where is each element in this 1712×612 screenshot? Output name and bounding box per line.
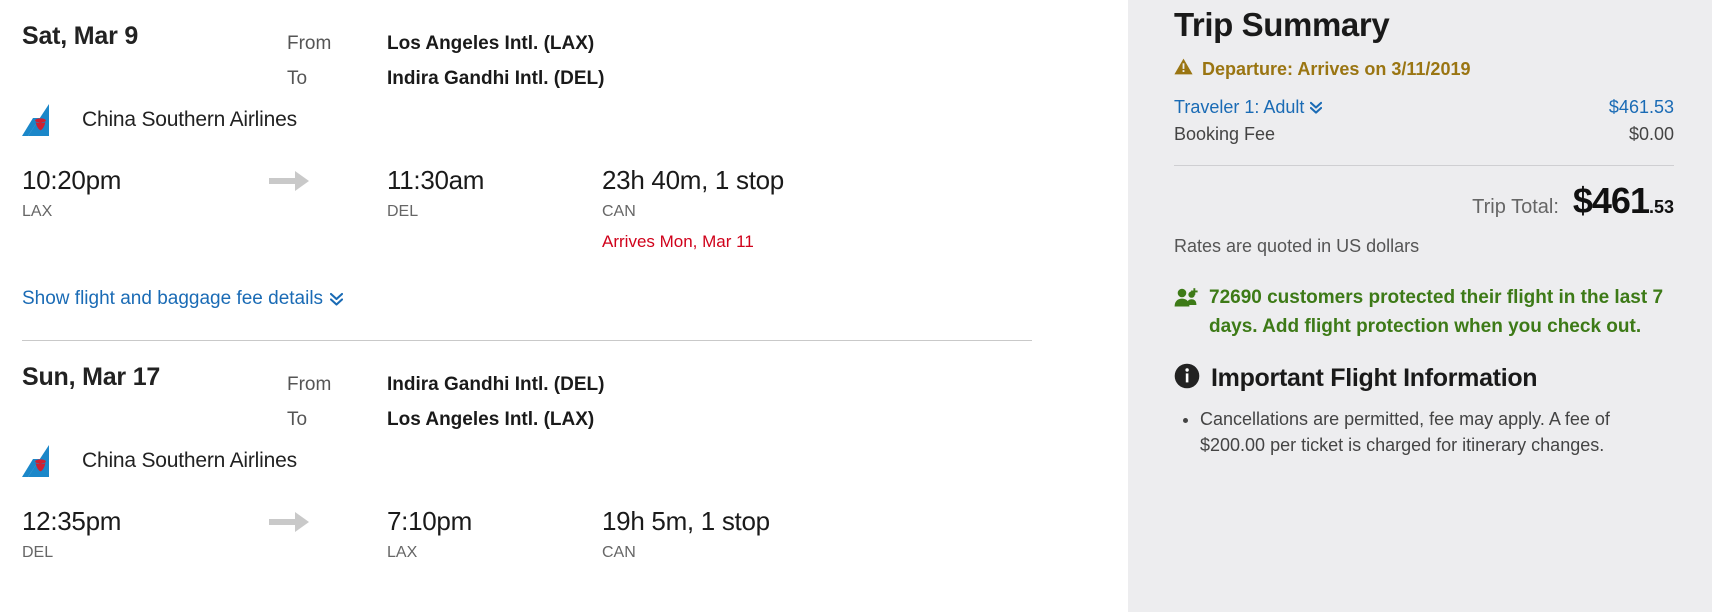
segment-times: 10:20pm LAX 11:30am DEL 23h 40m, 1 stop … — [22, 164, 1106, 252]
chevron-double-down-icon — [1310, 100, 1323, 115]
stop-code: CAN — [602, 203, 636, 220]
to-label: To — [287, 68, 308, 89]
warning-triangle-icon — [1174, 58, 1193, 80]
important-flight-information-title: Important Flight Information — [1211, 364, 1538, 392]
duration-block: 23h 40m, 1 stop CAN Arrives Mon, Mar 11 — [602, 164, 1106, 252]
flight-segment-outbound: Sat, Mar 9 From To Los Angeles Intl. (LA… — [22, 0, 1106, 341]
trip-total-cents: .53 — [1648, 197, 1674, 217]
flight-direction — [267, 505, 387, 563]
departure-code: LAX — [22, 203, 53, 220]
flight-protection-text: 72690 customers protected their flight i… — [1209, 287, 1664, 337]
airline-name: China Southern Airlines — [82, 108, 297, 131]
traveler-1-price[interactable]: $461.53 — [1609, 97, 1674, 118]
departure-warning-text: Departure: Arrives on 3/11/2019 — [1202, 58, 1471, 79]
from-label: From — [287, 33, 332, 54]
user-plus-icon — [1174, 283, 1199, 341]
to-label: To — [287, 409, 308, 430]
flight-duration: 23h 40m, 1 stop — [602, 165, 784, 195]
show-details-label: Show flight and baggage fee details — [22, 288, 324, 309]
departure-code: DEL — [22, 544, 54, 561]
departure-time: 10:20pm — [22, 165, 122, 195]
to-airport: Indira Gandhi Intl. (DEL) — [387, 68, 605, 89]
segment-header: Sun, Mar 17 From To Indira Gandhi Intl. … — [22, 341, 1106, 437]
trip-total-label: Trip Total: — [1472, 196, 1559, 218]
departure-warning: Departure: Arrives on 3/11/2019 — [1174, 58, 1674, 80]
trip-summary-title: Trip Summary — [1174, 6, 1390, 43]
arrival-code: LAX — [387, 544, 418, 561]
china-southern-tailfin-icon — [22, 444, 64, 478]
departure-block: 12:35pm DEL — [22, 505, 267, 563]
departure-block: 10:20pm LAX — [22, 164, 267, 252]
flight-direction — [267, 164, 387, 252]
from-label: From — [287, 374, 332, 395]
important-flight-information-header: Important Flight Information — [1174, 363, 1674, 394]
from-to-labels: From To — [287, 341, 387, 437]
airline-row: China Southern Airlines — [22, 98, 1106, 142]
arrival-date-note: Arrives Mon, Mar 11 — [602, 232, 754, 251]
segment-times: 12:35pm DEL 7:10pm LAX 19h 5m, 1 stop CA… — [22, 505, 1106, 563]
trip-total-amount: $461 — [1572, 180, 1650, 221]
booking-fee-label: Booking Fee — [1174, 124, 1276, 144]
airport-names: Indira Gandhi Intl. (DEL) Los Angeles In… — [387, 341, 604, 437]
stop-code: CAN — [602, 544, 636, 561]
trip-summary-panel: Trip Summary Departure: Arrives on 3/11/… — [1128, 0, 1712, 612]
flight-duration: 19h 5m, 1 stop — [602, 506, 770, 536]
airport-names: Los Angeles Intl. (LAX) Indira Gandhi In… — [387, 0, 604, 96]
from-airport: Indira Gandhi Intl. (DEL) — [387, 374, 605, 395]
arrow-right-icon — [269, 512, 309, 532]
arrival-block: 7:10pm LAX — [387, 505, 602, 563]
important-flight-information-list: Cancellations are permitted, fee may app… — [1174, 406, 1674, 458]
flight-segment-return: Sun, Mar 17 From To Indira Gandhi Intl. … — [22, 341, 1106, 563]
info-circle-icon — [1174, 363, 1200, 394]
summary-divider — [1174, 165, 1674, 166]
duration-block: 19h 5m, 1 stop CAN — [602, 505, 1106, 563]
arrival-block: 11:30am DEL — [387, 164, 602, 252]
list-item: Cancellations are permitted, fee may app… — [1200, 406, 1674, 458]
from-to-labels: From To — [287, 0, 387, 96]
itinerary-panel: Sat, Mar 9 From To Los Angeles Intl. (LA… — [0, 0, 1128, 612]
rates-note: Rates are quoted in US dollars — [1174, 236, 1420, 256]
china-southern-tailfin-icon — [22, 103, 64, 137]
arrival-time: 11:30am — [387, 165, 485, 195]
show-flight-baggage-details-link[interactable]: Show flight and baggage fee details — [22, 288, 344, 310]
segment-date: Sun, Mar 17 — [22, 363, 161, 391]
traveler-price-row: Traveler 1: Adult $461.53 — [1174, 97, 1674, 118]
arrival-code: DEL — [387, 203, 419, 220]
traveler-1-link[interactable]: Traveler 1: Adult — [1174, 97, 1323, 118]
to-airport: Los Angeles Intl. (LAX) — [387, 409, 595, 430]
arrival-time: 7:10pm — [387, 506, 472, 536]
arrow-right-icon — [269, 171, 309, 191]
flight-protection-message: 72690 customers protected their flight i… — [1174, 283, 1674, 341]
segment-date: Sat, Mar 9 — [22, 22, 139, 50]
from-airport: Los Angeles Intl. (LAX) — [387, 33, 595, 54]
trip-total-row: Trip Total: $461 .53 — [1174, 180, 1674, 222]
airline-name: China Southern Airlines — [82, 449, 297, 472]
booking-fee-row: Booking Fee $0.00 — [1174, 124, 1674, 145]
segment-header: Sat, Mar 9 From To Los Angeles Intl. (LA… — [22, 0, 1106, 96]
booking-review-page: Sat, Mar 9 From To Los Angeles Intl. (LA… — [0, 0, 1712, 612]
booking-fee-value: $0.00 — [1628, 124, 1674, 144]
traveler-1-label: Traveler 1: Adult — [1174, 97, 1305, 117]
airline-row: China Southern Airlines — [22, 439, 1106, 483]
departure-time: 12:35pm — [22, 506, 122, 536]
chevron-double-down-icon — [330, 291, 344, 307]
